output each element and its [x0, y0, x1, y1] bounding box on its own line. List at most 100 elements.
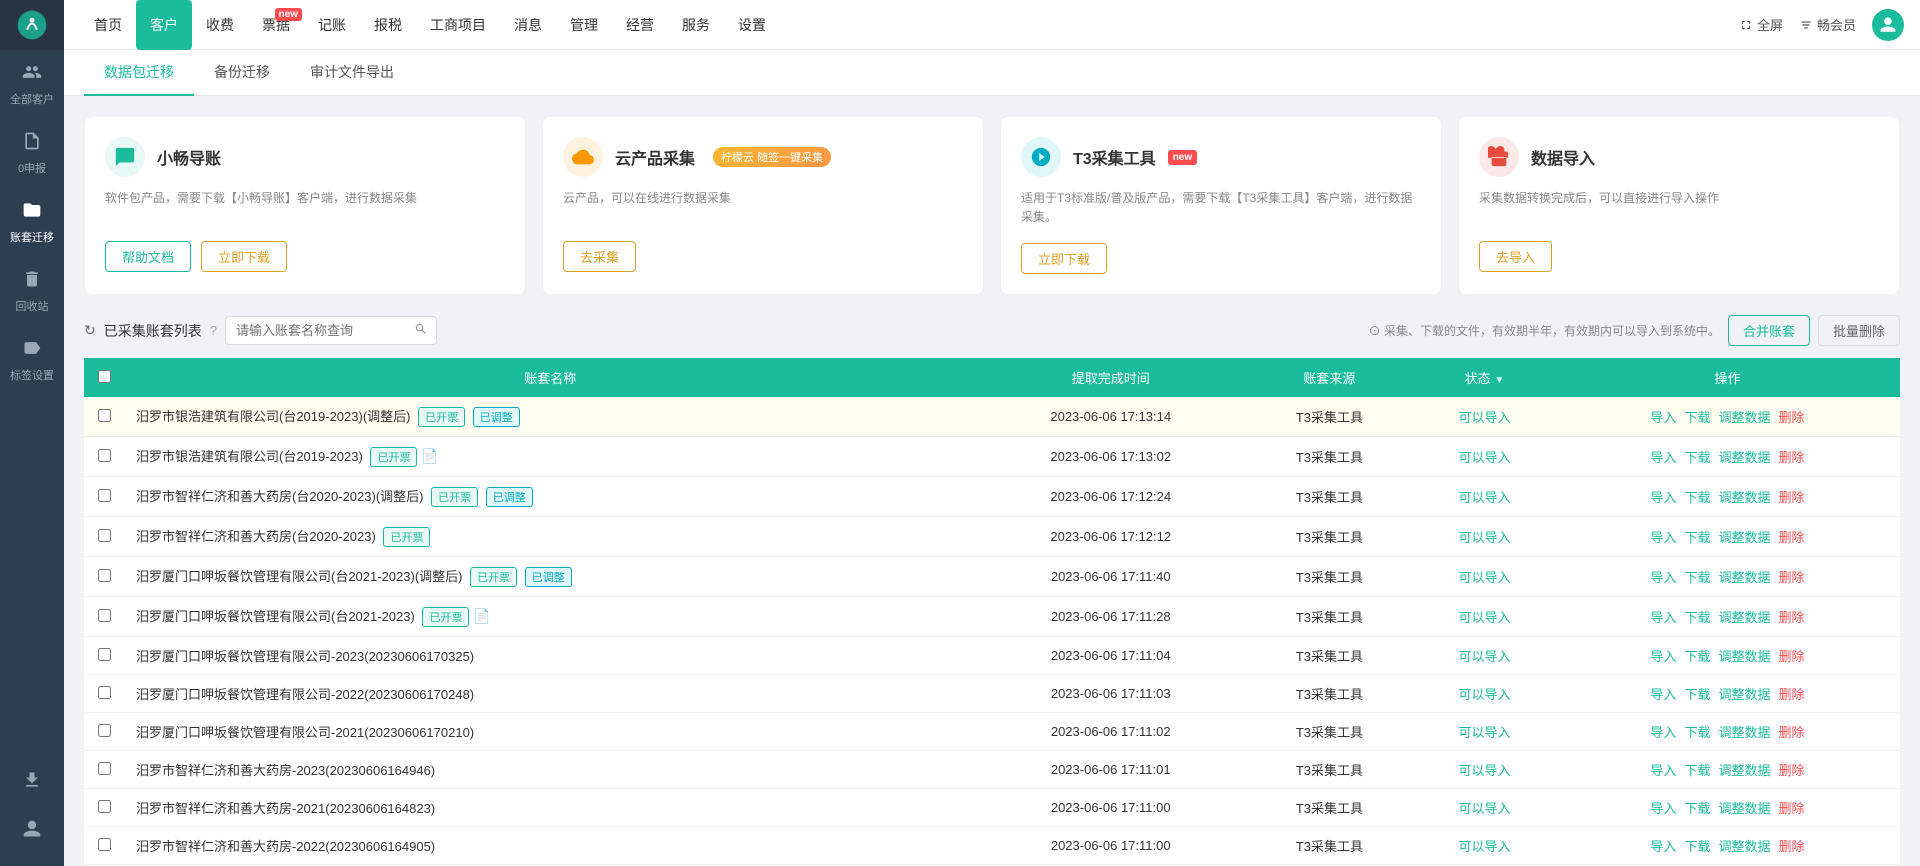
action-删除[interactable]: 删除 [1778, 725, 1804, 740]
action-下载[interactable]: 下载 [1684, 570, 1710, 585]
fullscreen-btn[interactable]: 全屏 [1739, 15, 1783, 34]
action-下载[interactable]: 下载 [1684, 610, 1710, 625]
action-下载[interactable]: 下载 [1684, 763, 1710, 778]
nav-tax[interactable]: 报税 [360, 0, 416, 50]
action-调整数据[interactable]: 调整数据 [1718, 610, 1770, 625]
action-下载[interactable]: 下载 [1684, 410, 1710, 425]
action-删除[interactable]: 删除 [1778, 839, 1804, 854]
action-调整数据[interactable]: 调整数据 [1718, 687, 1770, 702]
file-icon[interactable]: 📄 [421, 448, 438, 464]
search-btn[interactable] [406, 317, 436, 344]
nav-billing[interactable]: 收费 [192, 0, 248, 50]
action-调整数据[interactable]: 调整数据 [1718, 570, 1770, 585]
row-checkbox[interactable] [98, 449, 111, 462]
refresh-icon[interactable]: ↻ [84, 322, 96, 339]
nav-home[interactable]: 首页 [80, 0, 136, 50]
nav-invoice[interactable]: 票据 new [248, 0, 304, 50]
merge-btn[interactable]: 合并账套 [1728, 315, 1810, 346]
nav-message[interactable]: 消息 [500, 0, 556, 50]
member-btn[interactable]: 畅会员 [1799, 15, 1856, 34]
action-导入[interactable]: 导入 [1650, 649, 1676, 664]
action-导入[interactable]: 导入 [1650, 410, 1676, 425]
sidebar-item-all-clients[interactable]: 全部客户 [0, 50, 64, 119]
action-导入[interactable]: 导入 [1650, 610, 1676, 625]
row-name: 汨罗市银浩建筑有限公司(台2019-2023) 已开票 📄 [124, 437, 977, 477]
nav-accounting[interactable]: 记账 [304, 0, 360, 50]
go-collect-btn[interactable]: 去采集 [563, 241, 636, 272]
user-avatar[interactable] [1872, 9, 1904, 41]
action-下载[interactable]: 下载 [1684, 839, 1710, 854]
action-下载[interactable]: 下载 [1684, 450, 1710, 465]
action-下载[interactable]: 下载 [1684, 649, 1710, 664]
help-icon[interactable]: ? [210, 323, 217, 338]
action-下载[interactable]: 下载 [1684, 530, 1710, 545]
sidebar-item-zero-report[interactable]: 0申报 [0, 119, 64, 188]
row-checkbox[interactable] [98, 762, 111, 775]
row-checkbox[interactable] [98, 569, 111, 582]
action-删除[interactable]: 删除 [1778, 649, 1804, 664]
download-now-btn[interactable]: 立即下载 [201, 241, 287, 272]
action-下载[interactable]: 下载 [1684, 725, 1710, 740]
action-下载[interactable]: 下载 [1684, 687, 1710, 702]
action-删除[interactable]: 删除 [1778, 450, 1804, 465]
action-删除[interactable]: 删除 [1778, 763, 1804, 778]
sidebar-item-account-migration[interactable]: 账套迁移 [0, 188, 64, 257]
batch-delete-btn[interactable]: 批量删除 [1818, 315, 1900, 346]
action-调整数据[interactable]: 调整数据 [1718, 725, 1770, 740]
tab-data-migration[interactable]: 数据包迁移 [84, 50, 194, 96]
row-checkbox[interactable] [98, 724, 111, 737]
action-删除[interactable]: 删除 [1778, 570, 1804, 585]
action-调整数据[interactable]: 调整数据 [1718, 530, 1770, 545]
action-调整数据[interactable]: 调整数据 [1718, 649, 1770, 664]
nav-settings[interactable]: 设置 [724, 0, 780, 50]
action-导入[interactable]: 导入 [1650, 687, 1676, 702]
action-删除[interactable]: 删除 [1778, 410, 1804, 425]
action-导入[interactable]: 导入 [1650, 725, 1676, 740]
action-导入[interactable]: 导入 [1650, 450, 1676, 465]
row-checkbox[interactable] [98, 489, 111, 502]
action-删除[interactable]: 删除 [1778, 530, 1804, 545]
help-doc-btn[interactable]: 帮助文档 [105, 241, 191, 272]
sidebar-item-user[interactable] [0, 807, 64, 856]
row-checkbox[interactable] [98, 529, 111, 542]
action-导入[interactable]: 导入 [1650, 763, 1676, 778]
nav-service[interactable]: 服务 [668, 0, 724, 50]
action-调整数据[interactable]: 调整数据 [1718, 450, 1770, 465]
action-删除[interactable]: 删除 [1778, 610, 1804, 625]
sidebar-item-recycle[interactable]: 回收站 [0, 257, 64, 326]
action-删除[interactable]: 删除 [1778, 687, 1804, 702]
action-导入[interactable]: 导入 [1650, 801, 1676, 816]
tab-audit-export[interactable]: 审计文件导出 [290, 50, 414, 96]
action-调整数据[interactable]: 调整数据 [1718, 410, 1770, 425]
action-调整数据[interactable]: 调整数据 [1718, 490, 1770, 505]
row-checkbox[interactable] [98, 409, 111, 422]
nav-manage[interactable]: 管理 [556, 0, 612, 50]
sidebar-item-download[interactable] [0, 758, 64, 807]
nav-operation[interactable]: 经营 [612, 0, 668, 50]
action-下载[interactable]: 下载 [1684, 490, 1710, 505]
row-checkbox[interactable] [98, 609, 111, 622]
tab-backup-migration[interactable]: 备份迁移 [194, 50, 290, 96]
go-import-btn[interactable]: 去导入 [1479, 241, 1552, 272]
action-导入[interactable]: 导入 [1650, 490, 1676, 505]
row-checkbox[interactable] [98, 838, 111, 851]
sidebar-item-label-settings[interactable]: 标签设置 [0, 326, 64, 395]
action-删除[interactable]: 删除 [1778, 490, 1804, 505]
row-checkbox[interactable] [98, 800, 111, 813]
action-导入[interactable]: 导入 [1650, 570, 1676, 585]
action-导入[interactable]: 导入 [1650, 839, 1676, 854]
row-checkbox[interactable] [98, 648, 111, 661]
row-checkbox[interactable] [98, 686, 111, 699]
action-删除[interactable]: 删除 [1778, 801, 1804, 816]
action-导入[interactable]: 导入 [1650, 530, 1676, 545]
action-下载[interactable]: 下载 [1684, 801, 1710, 816]
select-all-checkbox[interactable] [98, 370, 111, 383]
action-调整数据[interactable]: 调整数据 [1718, 763, 1770, 778]
action-调整数据[interactable]: 调整数据 [1718, 801, 1770, 816]
nav-industry[interactable]: 工商项目 [416, 0, 500, 50]
t3-download-btn[interactable]: 立即下载 [1021, 243, 1107, 274]
nav-client[interactable]: 客户 [136, 0, 192, 50]
action-调整数据[interactable]: 调整数据 [1718, 839, 1770, 854]
search-input[interactable] [226, 318, 406, 343]
file-icon[interactable]: 📄 [473, 608, 490, 624]
